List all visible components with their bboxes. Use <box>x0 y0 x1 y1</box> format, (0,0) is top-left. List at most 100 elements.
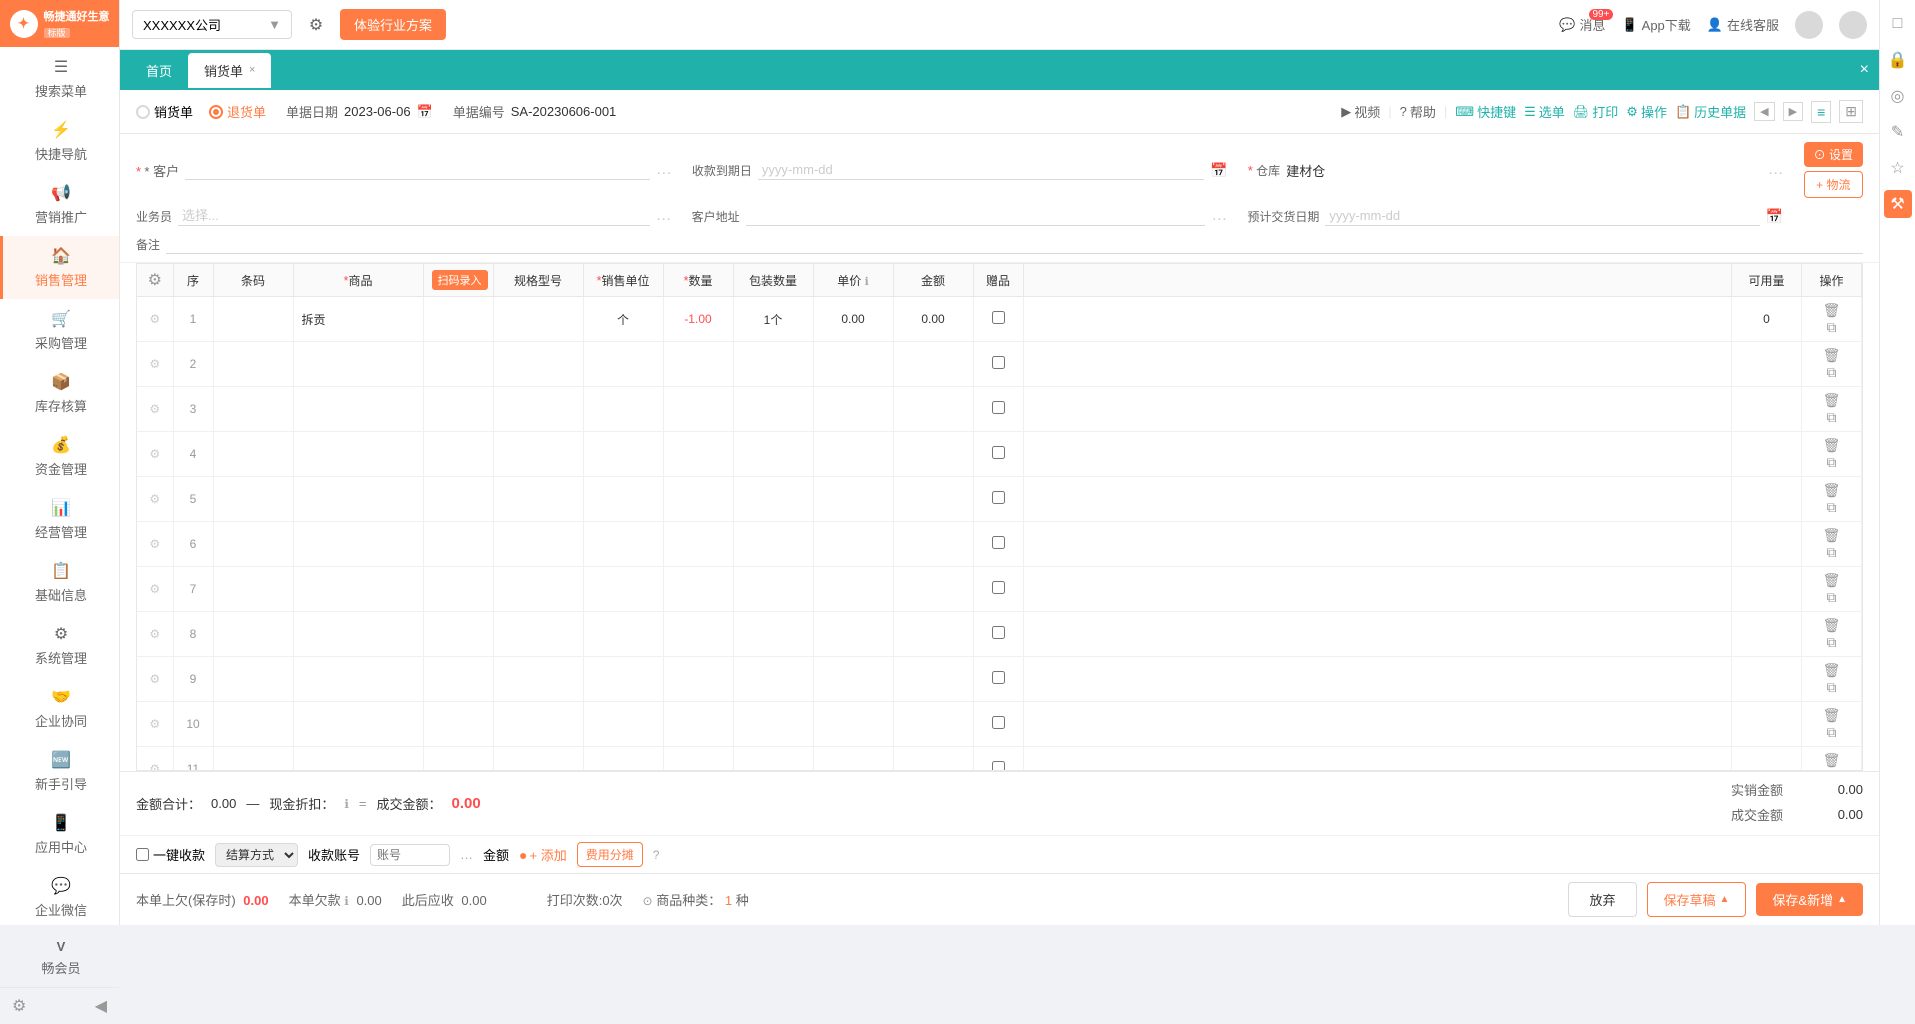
row-amount-0[interactable]: 0.00 <box>893 297 973 342</box>
row-unit-0[interactable]: 个 <box>583 297 663 342</box>
row-amount-3[interactable] <box>893 432 973 477</box>
row-delete-9[interactable]: 🗑 <box>1820 707 1844 724</box>
shortcut-action[interactable]: ⌨ 快捷键 <box>1455 102 1516 121</box>
row-spec-7[interactable] <box>493 612 583 657</box>
row-copy-8[interactable]: ⧉ <box>1824 679 1840 696</box>
scan-button[interactable]: 扫码录入 <box>432 270 488 290</box>
avatar[interactable] <box>1795 11 1823 39</box>
row-gear-7[interactable]: ⚙ <box>137 612 173 657</box>
print-action[interactable]: 🖨 打印 <box>1573 102 1619 121</box>
payment-due-calendar-icon[interactable]: 📅 <box>1210 162 1227 179</box>
online-service-button[interactable]: 👤 在线客服 <box>1707 15 1779 34</box>
row-qty-5[interactable] <box>663 522 733 567</box>
col-scan-header[interactable]: 扫码录入 <box>423 264 493 297</box>
row-gift-0[interactable] <box>973 297 1023 342</box>
row-gear-1[interactable]: ⚙ <box>137 342 173 387</box>
sidebar-item-base[interactable]: 📋 基础信息 <box>0 551 119 614</box>
row-unit-10[interactable] <box>583 747 663 772</box>
salesperson-input[interactable] <box>178 206 650 226</box>
row-price-1[interactable] <box>813 342 893 387</box>
customer-addr-input[interactable] <box>746 206 1206 226</box>
row-copy-3[interactable]: ⧉ <box>1824 454 1840 471</box>
row-gift-7[interactable] <box>973 612 1023 657</box>
row-pkgqty-5[interactable] <box>733 522 813 567</box>
row-goods-8[interactable] <box>293 657 423 702</box>
row-gift-1[interactable] <box>973 342 1023 387</box>
row-price-7[interactable] <box>813 612 893 657</box>
avatar2[interactable] <box>1839 11 1867 39</box>
sidebar-item-enterprise[interactable]: 🤝 企业协同 <box>0 677 119 740</box>
row-delete-1[interactable]: 🗑 <box>1820 347 1844 364</box>
row-goods-5[interactable] <box>293 522 423 567</box>
row-spec-8[interactable] <box>493 657 583 702</box>
row-amount-8[interactable] <box>893 657 973 702</box>
right-panel-btn-6[interactable]: ⚒ <box>1884 190 1912 218</box>
row-gear-2[interactable]: ⚙ <box>137 387 173 432</box>
row-gear-0[interactable]: ⚙ <box>137 297 173 342</box>
row-gear-3[interactable]: ⚙ <box>137 432 173 477</box>
radio-return[interactable]: 退货单 <box>209 102 266 121</box>
company-selector[interactable]: XXXXXX公司 ▼ <box>132 10 292 39</box>
expense-help-icon[interactable]: ? <box>653 848 660 862</box>
row-copy-4[interactable]: ⧉ <box>1824 499 1840 516</box>
row-unit-9[interactable] <box>583 702 663 747</box>
row-gear-5[interactable]: ⚙ <box>137 522 173 567</box>
row-copy-0[interactable]: ⧉ <box>1824 319 1840 336</box>
sidebar-item-marketing[interactable]: 📢 营销推广 <box>0 173 119 236</box>
row-gear-10[interactable]: ⚙ <box>137 747 173 772</box>
row-unit-6[interactable] <box>583 567 663 612</box>
tabbar-close-icon[interactable]: × <box>1860 61 1869 79</box>
row-gear-6[interactable]: ⚙ <box>137 567 173 612</box>
sidebar-collapse-icon[interactable]: ◀ <box>95 996 107 1016</box>
row-unit-3[interactable] <box>583 432 663 477</box>
row-delete-6[interactable]: 🗑 <box>1820 572 1844 589</box>
sidebar-item-member[interactable]: V 畅会员 <box>0 929 119 987</box>
tab-sales-order[interactable]: 销货单 × <box>188 53 271 88</box>
payment-due-input[interactable] <box>758 160 1204 180</box>
row-barcode-2[interactable] <box>213 387 293 432</box>
row-goods-10[interactable] <box>293 747 423 772</box>
row-amount-2[interactable] <box>893 387 973 432</box>
row-amount-6[interactable] <box>893 567 973 612</box>
col-gear-header[interactable]: ⚙ <box>137 264 173 297</box>
row-gift-5[interactable] <box>973 522 1023 567</box>
row-barcode-7[interactable] <box>213 612 293 657</box>
row-spec-1[interactable] <box>493 342 583 387</box>
tab-close-icon[interactable]: × <box>249 64 255 76</box>
customer-input[interactable] <box>185 160 650 180</box>
dots-icon[interactable]: … <box>460 847 473 862</box>
row-copy-9[interactable]: ⧉ <box>1824 724 1840 741</box>
sidebar-item-inventory[interactable]: 📦 库存核算 <box>0 362 119 425</box>
setting-button[interactable]: ⊙ 设置 <box>1804 142 1863 167</box>
row-pkgqty-10[interactable] <box>733 747 813 772</box>
row-amount-10[interactable] <box>893 747 973 772</box>
sidebar-item-purchase[interactable]: 🛒 采购管理 <box>0 299 119 362</box>
row-goods-0[interactable]: 拆贡 <box>293 297 423 342</box>
row-copy-2[interactable]: ⧉ <box>1824 409 1840 426</box>
row-unit-4[interactable] <box>583 477 663 522</box>
delivery-date-calendar-icon[interactable]: 📅 <box>1766 208 1783 225</box>
row-qty-4[interactable] <box>663 477 733 522</box>
row-price-6[interactable] <box>813 567 893 612</box>
row-barcode-4[interactable] <box>213 477 293 522</box>
sidebar-item-system[interactable]: ⚙ 系统管理 <box>0 614 119 677</box>
row-goods-9[interactable] <box>293 702 423 747</box>
row-qty-0[interactable]: -1.00 <box>663 297 733 342</box>
salesperson-dots[interactable]: … <box>656 207 672 225</box>
row-qty-7[interactable] <box>663 612 733 657</box>
row-copy-6[interactable]: ⧉ <box>1824 589 1840 606</box>
right-panel-btn-1[interactable]: □ <box>1884 10 1912 38</box>
right-panel-btn-4[interactable]: ✎ <box>1884 118 1912 146</box>
payment-method-select[interactable]: 结算方式 <box>215 843 298 867</box>
expense-split-button[interactable]: 费用分摊 <box>577 842 643 867</box>
account-input[interactable] <box>370 844 450 866</box>
sidebar-item-wechat[interactable]: 💬 企业微信 <box>0 866 119 929</box>
row-price-2[interactable] <box>813 387 893 432</box>
save-new-button[interactable]: 保存&新增 ▲ <box>1756 883 1863 916</box>
row-delete-3[interactable]: 🗑 <box>1820 437 1844 454</box>
row-gift-6[interactable] <box>973 567 1023 612</box>
row-unit-7[interactable] <box>583 612 663 657</box>
remark-input[interactable] <box>166 234 1863 254</box>
help-action[interactable]: ? 帮助 <box>1400 102 1436 121</box>
row-barcode-3[interactable] <box>213 432 293 477</box>
